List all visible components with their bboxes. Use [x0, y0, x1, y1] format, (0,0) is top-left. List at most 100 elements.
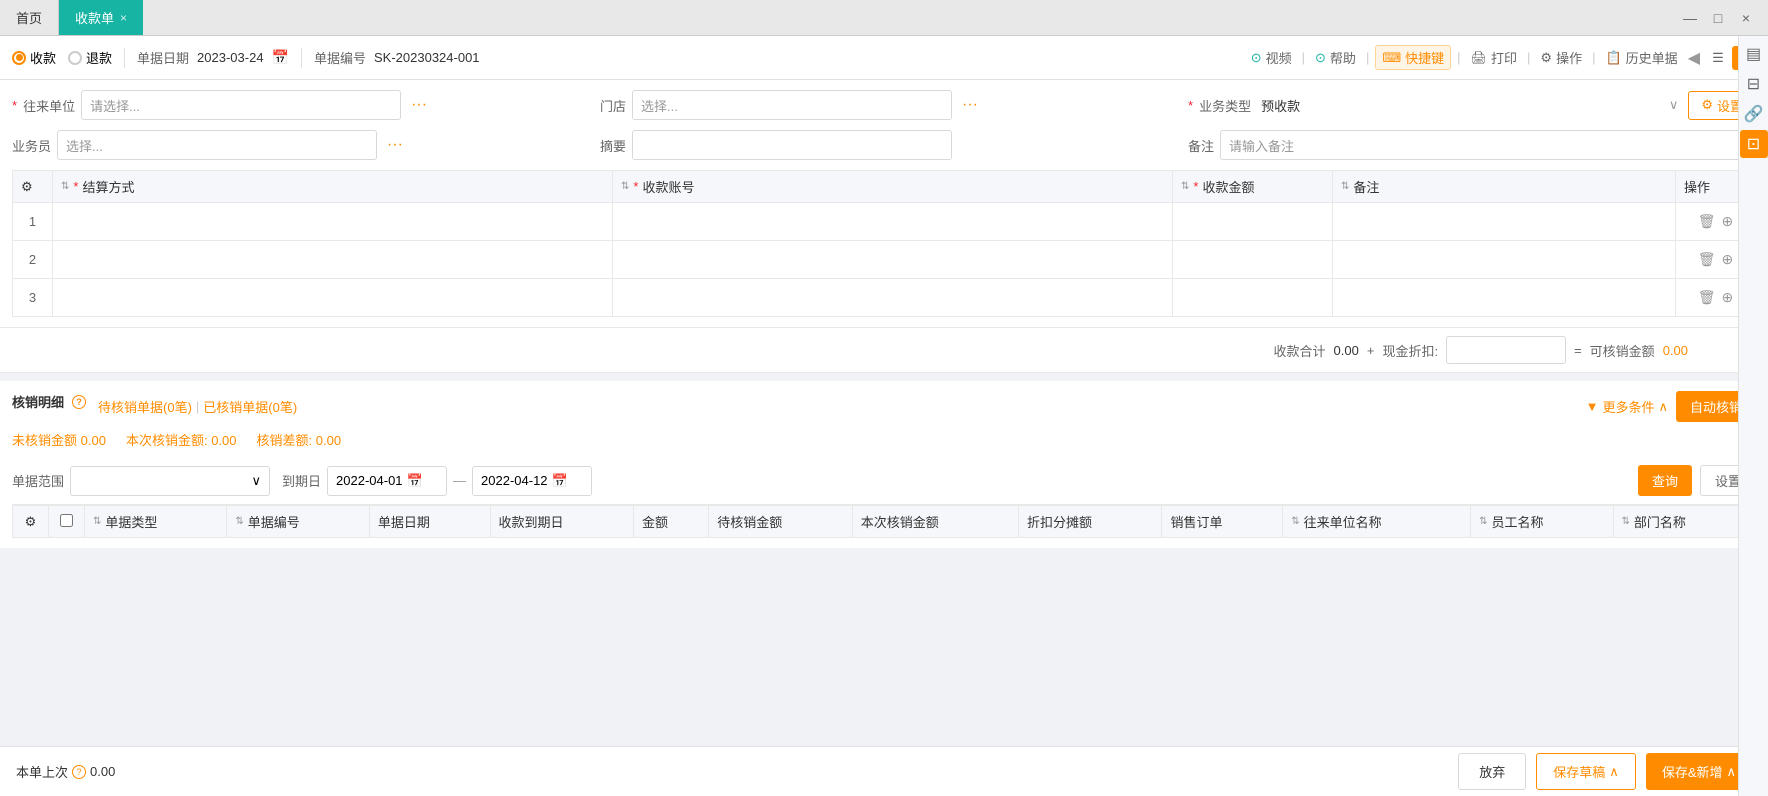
current-label: 本次核销金额:	[126, 433, 208, 448]
close-window-button[interactable]: ×	[1736, 8, 1756, 28]
list-view-icon[interactable]: ☰	[1706, 46, 1730, 70]
sidebar-icon-2[interactable]: ⊟	[1740, 70, 1768, 98]
sidebar-icon-1[interactable]: ▤	[1740, 40, 1768, 68]
biz-dropdown-icon[interactable]: ∨	[1665, 97, 1683, 113]
range-filter: 单据范围 ∨	[12, 466, 270, 496]
save-new-button[interactable]: 保存&新增 ∧	[1646, 753, 1752, 790]
window-controls: — □ ×	[1680, 8, 1768, 28]
divider-1	[124, 48, 125, 68]
staff-more-icon[interactable]: ···	[383, 136, 407, 154]
maximize-button[interactable]: □	[1708, 8, 1728, 28]
date-to-input[interactable]: 2022-04-12 📅	[472, 466, 592, 496]
amount-sort-icon[interactable]: ⇅	[1181, 181, 1189, 192]
customer-input[interactable]: 请选择...	[81, 90, 401, 120]
shortcut-button[interactable]: ⌨ 快捷键	[1375, 45, 1451, 70]
calendar-icon[interactable]: 📅	[272, 49, 289, 66]
delete-row-icon-3[interactable]: 🗑	[1698, 289, 1716, 306]
help-button[interactable]: ⊙ 帮助	[1311, 46, 1360, 69]
tab-home[interactable]: 首页	[0, 0, 59, 35]
diff-value: 0.00	[316, 433, 341, 448]
customer-group: * 往来单位 请选择... ···	[12, 90, 580, 120]
select-all-checkbox[interactable]	[60, 514, 73, 527]
date-filter: 到期日 2022-04-01 📅 — 2022-04-12 📅	[282, 466, 592, 496]
account-sort-icon[interactable]: ⇅	[621, 181, 629, 192]
operation-button[interactable]: ⚙ 操作	[1536, 46, 1586, 69]
save-draft-button[interactable]: 保存草稿 ∧	[1536, 753, 1636, 790]
remark-cell-3[interactable]	[1333, 279, 1676, 317]
bt-doc-type-th: ⇅ 单据类型	[85, 506, 227, 538]
help-label: 帮助	[1330, 48, 1356, 67]
account-cell-2[interactable]	[613, 241, 1173, 279]
copy-row-icon-1[interactable]: ⊕	[1722, 213, 1734, 230]
refund-radio[interactable]: 退款	[68, 48, 112, 67]
bt-discount-th: 折扣分摊额	[1018, 506, 1161, 538]
table-settings-th[interactable]: ⚙	[13, 171, 53, 203]
range-select[interactable]: ∨	[70, 466, 270, 496]
completed-tab[interactable]: 已核销单据(0笔)	[203, 397, 297, 416]
tab-receipt[interactable]: 收款单 ×	[59, 0, 143, 35]
settlement-cell-2[interactable]	[53, 241, 613, 279]
amount-cell-2[interactable]	[1173, 241, 1333, 279]
discard-button[interactable]: 放弃	[1458, 753, 1526, 790]
refund-radio-label: 退款	[86, 48, 112, 67]
bt-customer-th: ⇅ 往来单位名称	[1283, 506, 1471, 538]
print-label: 打印	[1491, 48, 1517, 67]
copy-row-icon-3[interactable]: ⊕	[1722, 289, 1734, 306]
bottom-table-wrapper: ⚙ ⇅ 单据类型 ⇅ 单据编号	[12, 505, 1756, 538]
sidebar-icon-3[interactable]: 🔗	[1740, 100, 1768, 128]
toolbar: 收款 退款 单据日期 2023-03-24 📅 单据编号 SK-20230324…	[0, 36, 1768, 80]
save-new-label: 保存&新增	[1662, 762, 1723, 781]
bt-checkbox-th[interactable]	[49, 506, 85, 538]
amount-cell-3[interactable]	[1173, 279, 1333, 317]
tab-bar: 首页 收款单 × — □ ×	[0, 0, 1768, 36]
doc-value: SK-20230324-001	[374, 50, 480, 65]
verify-stats: 未核销金额 0.00 本次核销金额: 0.00 核销差额: 0.00	[12, 430, 1756, 449]
staff-placeholder: 选择...	[66, 136, 103, 155]
remark-cell-1[interactable]	[1333, 203, 1676, 241]
date-from-input[interactable]: 2022-04-01 📅	[327, 466, 447, 496]
delete-row-icon-2[interactable]: 🗑	[1698, 251, 1716, 268]
store-more-icon[interactable]: ···	[958, 96, 982, 114]
settlement-cell-3[interactable]	[53, 279, 613, 317]
footer-buttons: 放弃 保存草稿 ∧ 保存&新增 ∧	[1458, 753, 1752, 790]
summary-input[interactable]	[632, 130, 952, 160]
footer-info: 本单上次 ? 0.00	[16, 762, 115, 781]
receipt-radio-circle	[12, 51, 26, 65]
settlement-sort-icon[interactable]: ⇅	[61, 181, 69, 192]
copy-row-icon-2[interactable]: ⊕	[1722, 251, 1734, 268]
query-button[interactable]: 查询	[1638, 465, 1692, 496]
history-button[interactable]: 📋 历史单据	[1601, 46, 1681, 69]
staff-input[interactable]: 选择...	[57, 130, 377, 160]
tab-close-icon[interactable]: ×	[120, 11, 127, 25]
customer-more-icon[interactable]: ···	[407, 96, 431, 114]
receipt-radio[interactable]: 收款	[12, 48, 56, 67]
delete-row-icon-1[interactable]: 🗑	[1698, 213, 1716, 230]
verify-title-text: 核销明细	[12, 392, 64, 411]
remark-cell-2[interactable]	[1333, 241, 1676, 279]
remark-sort-icon[interactable]: ⇅	[1341, 181, 1349, 192]
range-label: 单据范围	[12, 471, 64, 490]
current-label: 本单上次	[16, 762, 68, 781]
amount-cell-1[interactable]	[1173, 203, 1333, 241]
discount-input[interactable]	[1446, 336, 1566, 364]
pending-tab[interactable]: 待核销单据(0笔)	[98, 397, 192, 416]
settlement-cell-1[interactable]	[53, 203, 613, 241]
receipt-radio-dot	[16, 54, 23, 61]
eq-sign: =	[1574, 343, 1582, 358]
verify-info-icon[interactable]: ?	[72, 395, 86, 409]
account-cell-1[interactable]	[613, 203, 1173, 241]
row-num-1: 1	[13, 203, 53, 241]
current-stat: 本次核销金额: 0.00	[126, 430, 237, 449]
footer-info-icon[interactable]: ?	[72, 765, 86, 779]
video-button[interactable]: ⊙ 视频	[1247, 46, 1296, 69]
remark-input[interactable]: 请输入备注	[1220, 130, 1756, 160]
account-cell-3[interactable]	[613, 279, 1173, 317]
sidebar-icon-4[interactable]: ⊡	[1740, 130, 1768, 158]
minimize-button[interactable]: —	[1680, 8, 1700, 28]
footer: 本单上次 ? 0.00 放弃 保存草稿 ∧ 保存&新增 ∧	[0, 746, 1768, 796]
bt-settings-th[interactable]: ⚙	[13, 506, 49, 538]
more-conditions-btn[interactable]: ▼ 更多条件 ∧	[1586, 397, 1668, 416]
nav-left-arrow[interactable]: ◀	[1688, 48, 1700, 68]
print-button[interactable]: 🖨 打印	[1467, 46, 1522, 69]
store-input[interactable]: 选择...	[632, 90, 952, 120]
